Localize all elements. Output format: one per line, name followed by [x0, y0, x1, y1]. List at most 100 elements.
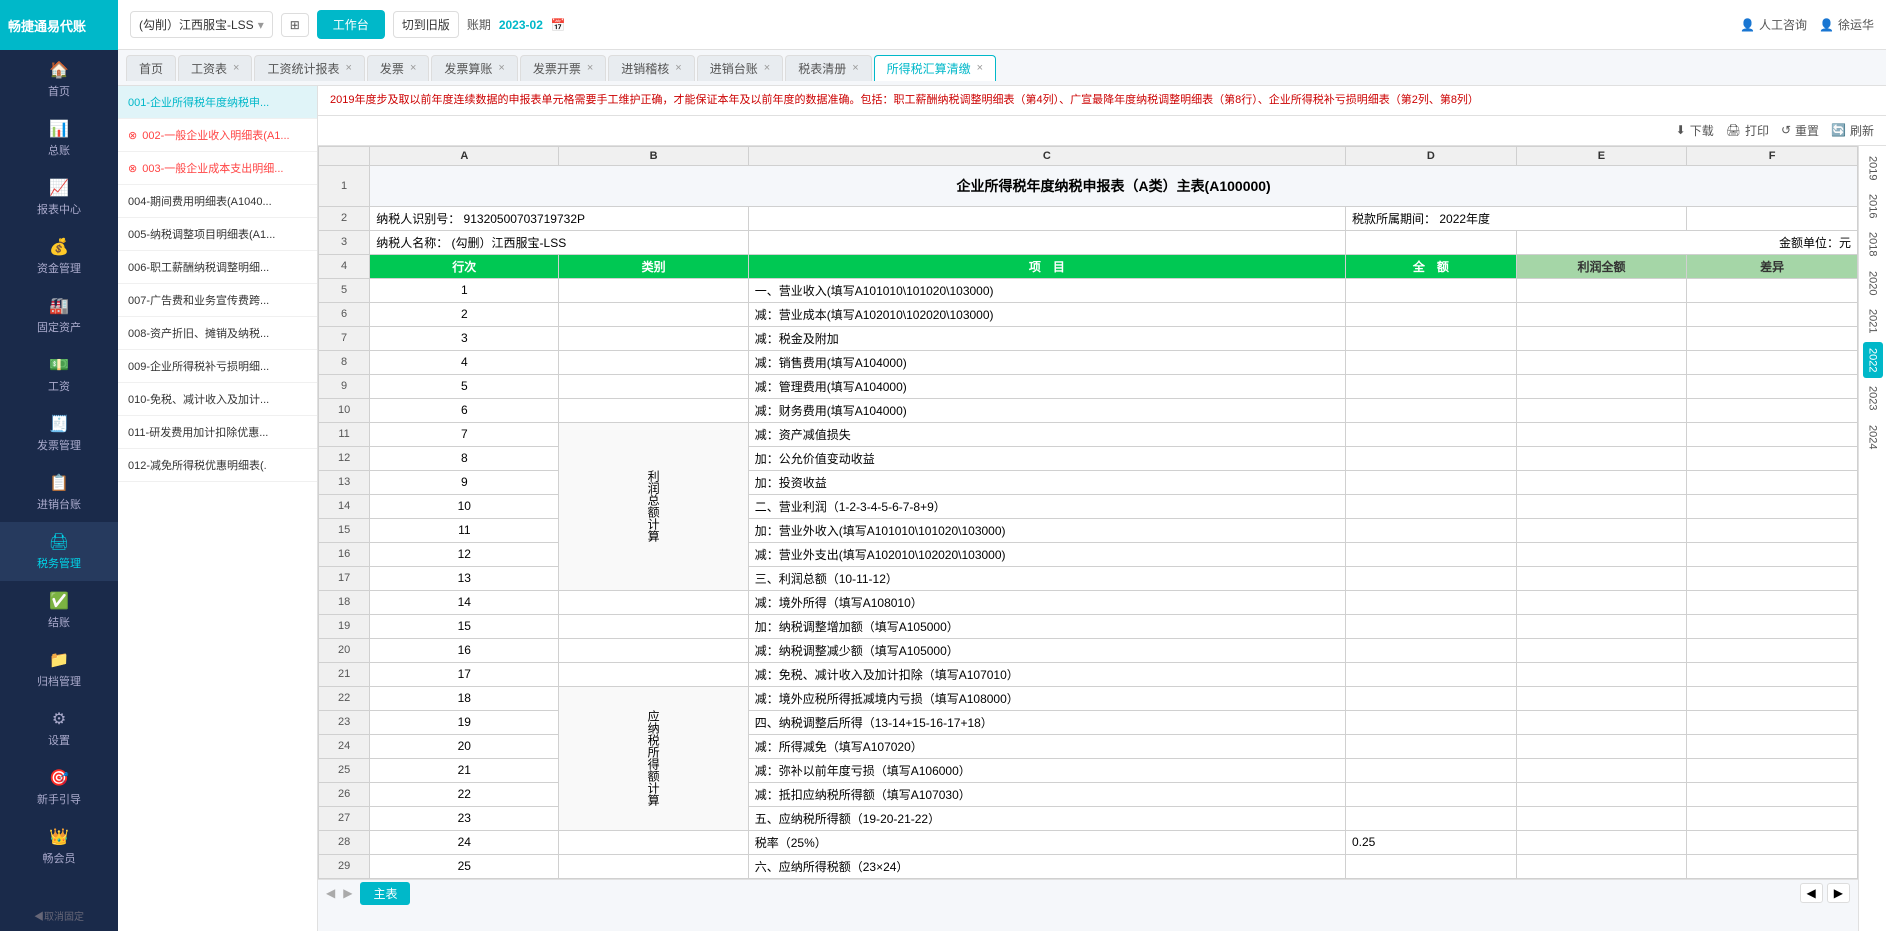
left-panel-item-009[interactable]: 009-企业所得税补亏损明细...: [118, 350, 317, 383]
left-panel-item-010[interactable]: 010-免税、减计收入及加计...: [118, 383, 317, 416]
left-panel-item-004[interactable]: 004-期间费用明细表(A1040...: [118, 185, 317, 218]
profit-cell[interactable]: [1516, 494, 1687, 518]
item-cell[interactable]: 减：境外所得（填写A108010）: [748, 590, 1345, 614]
item-cell[interactable]: 加：营业外收入(填写A101010\101020\103000): [748, 518, 1345, 542]
item-cell[interactable]: 加：投资收益: [748, 470, 1345, 494]
tab-salary[interactable]: 工资表 ×: [178, 55, 252, 81]
item-cell[interactable]: 减：营业成本(填写A102010\102020\103000): [748, 302, 1345, 326]
diff-cell[interactable]: [1687, 398, 1858, 422]
sidebar-item-settle[interactable]: ✅ 结账: [0, 581, 118, 640]
left-panel-item-005[interactable]: 005-纳税调整项目明细表(A1...: [118, 218, 317, 251]
left-panel-item-003[interactable]: ⊗ 003-一般企业成本支出明细...: [118, 152, 317, 185]
profit-cell[interactable]: [1516, 518, 1687, 542]
profit-cell[interactable]: [1516, 278, 1687, 302]
tab-purchase-ledger[interactable]: 进销台账 ×: [697, 55, 783, 81]
amount-cell[interactable]: [1346, 326, 1517, 350]
tab-income-tax-close[interactable]: ×: [977, 62, 983, 74]
amount-cell[interactable]: [1346, 302, 1517, 326]
item-cell[interactable]: 加：纳税调整增加额（填写A105000）: [748, 614, 1345, 638]
sidebar-item-guide[interactable]: 🎯 新手引导: [0, 758, 118, 817]
item-cell[interactable]: 加：公允价值变动收益: [748, 446, 1345, 470]
item-cell[interactable]: 四、纳税调整后所得（13-14+15-16-17+18）: [748, 710, 1345, 734]
diff-cell[interactable]: [1687, 854, 1858, 878]
item-cell[interactable]: 三、利润总额（10-11-12）: [748, 566, 1345, 590]
diff-cell[interactable]: [1687, 446, 1858, 470]
sidebar-footer[interactable]: ◀取消固定: [0, 900, 118, 931]
item-cell[interactable]: 减：所得减免（填写A107020）: [748, 734, 1345, 758]
profit-cell[interactable]: [1516, 542, 1687, 566]
bottom-tab-main[interactable]: 主表: [360, 882, 410, 905]
sidebar-item-home[interactable]: 🏠 首页: [0, 50, 118, 109]
profit-cell[interactable]: [1516, 566, 1687, 590]
profit-cell[interactable]: [1516, 446, 1687, 470]
amount-cell[interactable]: [1346, 518, 1517, 542]
left-panel-item-011[interactable]: 011-研发费用加计扣除优惠...: [118, 416, 317, 449]
amount-cell[interactable]: [1346, 398, 1517, 422]
profit-cell[interactable]: [1516, 350, 1687, 374]
profit-cell[interactable]: [1516, 302, 1687, 326]
item-cell[interactable]: 减：弥补以前年度亏损（填写A106000）: [748, 758, 1345, 782]
tab-tax-summary[interactable]: 税表清册 ×: [785, 55, 871, 81]
tab-invoice-calc[interactable]: 发票算账 ×: [431, 55, 517, 81]
tab-purchase-ledger-close[interactable]: ×: [764, 62, 770, 74]
sidebar-item-salary[interactable]: 💵 工资: [0, 345, 118, 404]
sidebar-item-archive[interactable]: 📁 归档管理: [0, 640, 118, 699]
print-button[interactable]: 🖨 打印: [1726, 122, 1769, 139]
tab-invoice[interactable]: 发票 ×: [367, 55, 429, 81]
amount-cell[interactable]: [1346, 422, 1517, 446]
amount-cell[interactable]: [1346, 374, 1517, 398]
diff-cell[interactable]: [1687, 542, 1858, 566]
tab-salary-report[interactable]: 工资统计报表 ×: [254, 55, 364, 81]
scroll-left-btn[interactable]: ◀: [1800, 883, 1823, 903]
item-cell[interactable]: 二、营业利润（1-2-3-4-5-6-7-8+9）: [748, 494, 1345, 518]
diff-cell[interactable]: [1687, 830, 1858, 854]
profit-cell[interactable]: [1516, 662, 1687, 686]
switch-old-btn[interactable]: 切到旧版: [393, 11, 459, 38]
amount-cell[interactable]: [1346, 494, 1517, 518]
diff-cell[interactable]: [1687, 422, 1858, 446]
next-sheet-btn[interactable]: ▶: [343, 886, 352, 900]
amount-cell[interactable]: 0.25: [1346, 830, 1517, 854]
profit-cell[interactable]: [1516, 686, 1687, 710]
calendar-icon[interactable]: 📅: [551, 18, 566, 32]
profit-cell[interactable]: [1516, 638, 1687, 662]
sidebar-item-fund[interactable]: 💰 资金管理: [0, 227, 118, 286]
amount-cell[interactable]: [1346, 590, 1517, 614]
user-profile[interactable]: 👤 徐运华: [1819, 16, 1874, 33]
tab-income-tax[interactable]: 所得税汇算清缴 ×: [874, 55, 996, 81]
amount-cell[interactable]: [1346, 662, 1517, 686]
item-cell[interactable]: 减：销售费用(填写A104000): [748, 350, 1345, 374]
left-panel-item-002[interactable]: ⊗ 002-一般企业收入明细表(A1...: [118, 119, 317, 152]
tab-invoice-calc-close[interactable]: ×: [498, 62, 504, 74]
tab-purchase-audit[interactable]: 进销稽核 ×: [608, 55, 694, 81]
item-cell[interactable]: 五、应纳税所得额（19-20-21-22）: [748, 806, 1345, 830]
diff-cell[interactable]: [1687, 638, 1858, 662]
reset-button[interactable]: ↺ 重置: [1781, 122, 1819, 139]
diff-cell[interactable]: [1687, 662, 1858, 686]
sidebar-item-report[interactable]: 📈 报表中心: [0, 168, 118, 227]
diff-cell[interactable]: [1687, 758, 1858, 782]
sidebar-item-tax[interactable]: 🖨 税务管理: [0, 522, 118, 581]
diff-cell[interactable]: [1687, 374, 1858, 398]
left-panel-item-006[interactable]: 006-职工薪酬纳税调整明细...: [118, 251, 317, 284]
profit-cell[interactable]: [1516, 422, 1687, 446]
diff-cell[interactable]: [1687, 470, 1858, 494]
sidebar-item-asset[interactable]: 🏭 固定资产: [0, 286, 118, 345]
amount-cell[interactable]: [1346, 638, 1517, 662]
diff-cell[interactable]: [1687, 566, 1858, 590]
service-btn[interactable]: 👤 人工咨询: [1740, 16, 1807, 33]
item-cell[interactable]: 减：税金及附加: [748, 326, 1345, 350]
profit-cell[interactable]: [1516, 806, 1687, 830]
year-btn-2022[interactable]: 2022: [1863, 342, 1883, 378]
item-cell[interactable]: 减：财务费用(填写A104000): [748, 398, 1345, 422]
amount-cell[interactable]: [1346, 470, 1517, 494]
scroll-right-btn[interactable]: ▶: [1827, 883, 1850, 903]
diff-cell[interactable]: [1687, 806, 1858, 830]
left-panel-item-001[interactable]: 001-企业所得税年度纳税申...: [118, 86, 317, 119]
amount-cell[interactable]: [1346, 278, 1517, 302]
profit-cell[interactable]: [1516, 710, 1687, 734]
diff-cell[interactable]: [1687, 518, 1858, 542]
amount-cell[interactable]: [1346, 686, 1517, 710]
tab-tax-summary-close[interactable]: ×: [852, 62, 858, 74]
diff-cell[interactable]: [1687, 782, 1858, 806]
